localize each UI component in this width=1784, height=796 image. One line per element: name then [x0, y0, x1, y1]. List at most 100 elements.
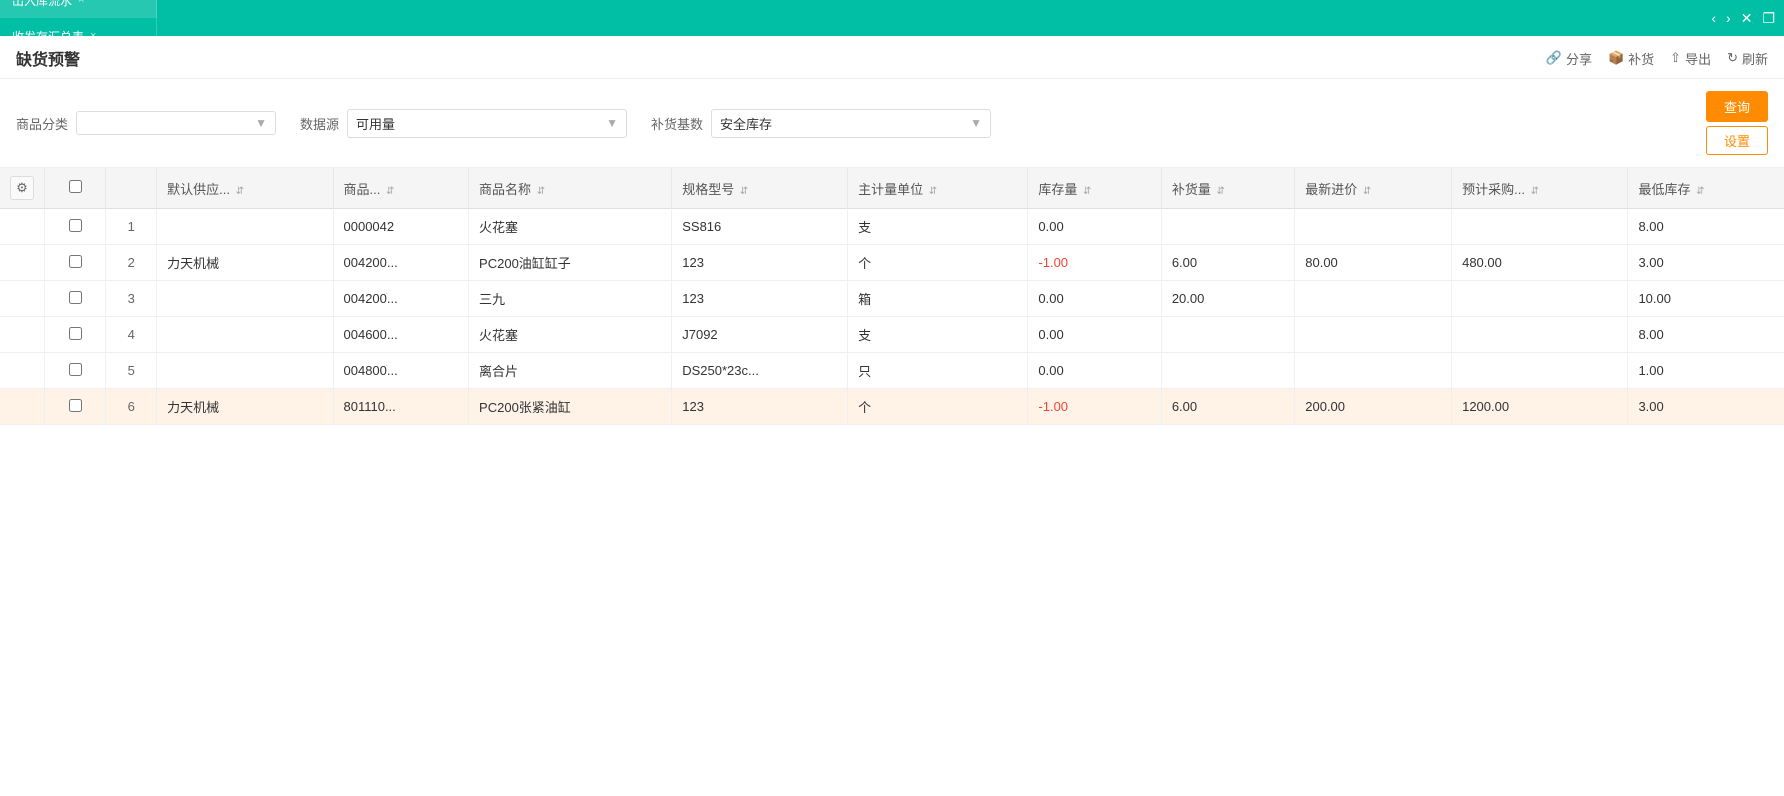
top-nav: 首页拣货异常处理×现存量（库存状况表）×现存量（库存分布表）×库存批次账×出入库…: [0, 0, 1784, 36]
row-checkbox-cell: [45, 209, 106, 245]
category-chevron-icon: ▼: [255, 116, 267, 130]
row-checkbox[interactable]: [69, 363, 82, 376]
nav-tab-label-receipt-summary: 收发存汇总表: [12, 28, 84, 37]
row-supplier-cell: [157, 317, 333, 353]
row-product-code-cell: 0000042: [333, 209, 469, 245]
col-default-supplier[interactable]: 默认供应... ⇵: [157, 168, 333, 209]
col-latest-price-label: 最新进价: [1305, 182, 1357, 197]
row-settings-cell: [0, 353, 45, 389]
row-replenish-qty-cell: 6.00: [1161, 245, 1294, 281]
row-num-cell: 4: [106, 317, 157, 353]
nav-fullscreen-button[interactable]: ❐: [1757, 10, 1780, 27]
table-row: 4 004600... 火花塞 J7092 支 0.00 8.00: [0, 317, 1784, 353]
col-replenish-qty[interactable]: 补货量 ⇵: [1161, 168, 1294, 209]
datasource-select[interactable]: 可用量 ▼: [347, 109, 627, 138]
row-product-name-cell: 三九: [469, 281, 672, 317]
row-checkbox[interactable]: [69, 219, 82, 232]
sort-spec-icon: ⇵: [740, 186, 748, 197]
row-min-stock-cell: 10.00: [1628, 281, 1784, 317]
replenish-button[interactable]: 📦 补货: [1608, 49, 1654, 68]
nav-prev-button[interactable]: ‹: [1706, 10, 1721, 26]
refresh-button[interactable]: ↻ 刷新: [1727, 49, 1768, 68]
row-latest-price-cell: [1295, 209, 1452, 245]
table-row: 3 004200... 三九 123 箱 0.00 20.00 10.00: [0, 281, 1784, 317]
replenish-base-label: 补货基数: [651, 114, 703, 133]
select-all-checkbox[interactable]: [69, 180, 82, 193]
row-estimated-purchase-cell: [1452, 281, 1628, 317]
col-spec[interactable]: 规格型号 ⇵: [672, 168, 848, 209]
row-unit-cell: 只: [848, 353, 1028, 389]
col-settings: ⚙: [0, 168, 45, 209]
share-button[interactable]: 🔗 分享: [1546, 49, 1592, 68]
nav-tab-label-inout-flow: 出入库流水: [12, 0, 72, 9]
col-product-name-label: 商品名称: [479, 182, 531, 197]
nav-tab-close-inout-flow[interactable]: ×: [78, 0, 84, 6]
sort-default-supplier-icon: ⇵: [236, 186, 244, 197]
row-latest-price-cell: [1295, 317, 1452, 353]
filter-actions: 查询 设置: [1706, 91, 1768, 155]
row-checkbox[interactable]: [69, 255, 82, 268]
row-stock-qty-cell: -1.00: [1028, 389, 1161, 425]
row-spec-cell: J7092: [672, 317, 848, 353]
row-estimated-purchase-cell: [1452, 317, 1628, 353]
table-container: ⚙ 默认供应... ⇵ 商品... ⇵ 商品名称: [0, 168, 1784, 425]
tabs-container: 首页拣货异常处理×现存量（库存状况表）×现存量（库存分布表）×库存批次账×出入库…: [0, 0, 157, 36]
row-num-cell: 3: [106, 281, 157, 317]
row-settings-cell: [0, 281, 45, 317]
row-replenish-qty-cell: [1161, 209, 1294, 245]
sort-estimated-purchase-icon: ⇵: [1531, 186, 1539, 197]
col-product-name[interactable]: 商品名称 ⇵: [469, 168, 672, 209]
nav-tab-inout-flow[interactable]: 出入库流水 ×: [0, 0, 157, 18]
row-unit-cell: 个: [848, 245, 1028, 281]
row-num-cell: 6: [106, 389, 157, 425]
table-row: 6 力天机械 801110... PC200张紧油缸 123 个 -1.00 6…: [0, 389, 1784, 425]
table-row: 2 力天机械 004200... PC200油缸缸子 123 个 -1.00 6…: [0, 245, 1784, 281]
row-latest-price-cell: [1295, 353, 1452, 389]
nav-next-button[interactable]: ›: [1721, 10, 1736, 26]
row-replenish-qty-cell: [1161, 317, 1294, 353]
settings-button[interactable]: 设置: [1706, 126, 1768, 155]
replenish-icon: 📦: [1608, 50, 1624, 66]
sort-min-stock-icon: ⇵: [1696, 186, 1704, 197]
col-stock-qty[interactable]: 库存量 ⇵: [1028, 168, 1161, 209]
datasource-select-value: 可用量: [356, 114, 598, 133]
export-icon: ⇧: [1670, 50, 1681, 66]
nav-tab-receipt-summary[interactable]: 收发存汇总表 ×: [0, 18, 157, 36]
main-content: 缺货预警 🔗 分享 📦 补货 ⇧ 导出 ↻ 刷新 商品分类: [0, 36, 1784, 796]
row-settings-cell: [0, 209, 45, 245]
sort-replenish-qty-icon: ⇵: [1216, 186, 1224, 197]
column-settings-icon[interactable]: ⚙: [10, 176, 34, 200]
col-unit[interactable]: 主计量单位 ⇵: [848, 168, 1028, 209]
row-num-cell: 1: [106, 209, 157, 245]
col-checkbox-all: [45, 168, 106, 209]
row-checkbox-cell: [45, 245, 106, 281]
col-min-stock[interactable]: 最低库存 ⇵: [1628, 168, 1784, 209]
export-button[interactable]: ⇧ 导出: [1670, 49, 1711, 68]
row-min-stock-cell: 8.00: [1628, 209, 1784, 245]
datasource-label: 数据源: [300, 114, 339, 133]
sort-product-name-icon: ⇵: [537, 186, 545, 197]
row-checkbox[interactable]: [69, 291, 82, 304]
nav-close-button[interactable]: ✕: [1736, 10, 1758, 27]
row-stock-qty-cell: 0.00: [1028, 317, 1161, 353]
row-supplier-cell: 力天机械: [157, 245, 333, 281]
category-label: 商品分类: [16, 114, 68, 133]
col-latest-price[interactable]: 最新进价 ⇵: [1295, 168, 1452, 209]
row-checkbox[interactable]: [69, 327, 82, 340]
row-estimated-purchase-cell: [1452, 209, 1628, 245]
row-replenish-qty-cell: 20.00: [1161, 281, 1294, 317]
row-supplier-cell: [157, 281, 333, 317]
col-estimated-purchase-label: 预计采购...: [1462, 182, 1525, 197]
row-spec-cell: SS816: [672, 209, 848, 245]
datasource-filter-group: 数据源 可用量 ▼: [300, 109, 627, 138]
query-button[interactable]: 查询: [1706, 91, 1768, 122]
col-product-code[interactable]: 商品... ⇵: [333, 168, 469, 209]
row-spec-cell: DS250*23c...: [672, 353, 848, 389]
row-checkbox[interactable]: [69, 399, 82, 412]
col-estimated-purchase[interactable]: 预计采购... ⇵: [1452, 168, 1628, 209]
row-min-stock-cell: 1.00: [1628, 353, 1784, 389]
replenish-base-select[interactable]: 安全库存 ▼: [711, 109, 991, 138]
page-header: 缺货预警 🔗 分享 📦 补货 ⇧ 导出 ↻ 刷新: [0, 36, 1784, 79]
category-select[interactable]: ▼: [76, 111, 276, 135]
nav-tab-close-receipt-summary[interactable]: ×: [90, 30, 96, 36]
